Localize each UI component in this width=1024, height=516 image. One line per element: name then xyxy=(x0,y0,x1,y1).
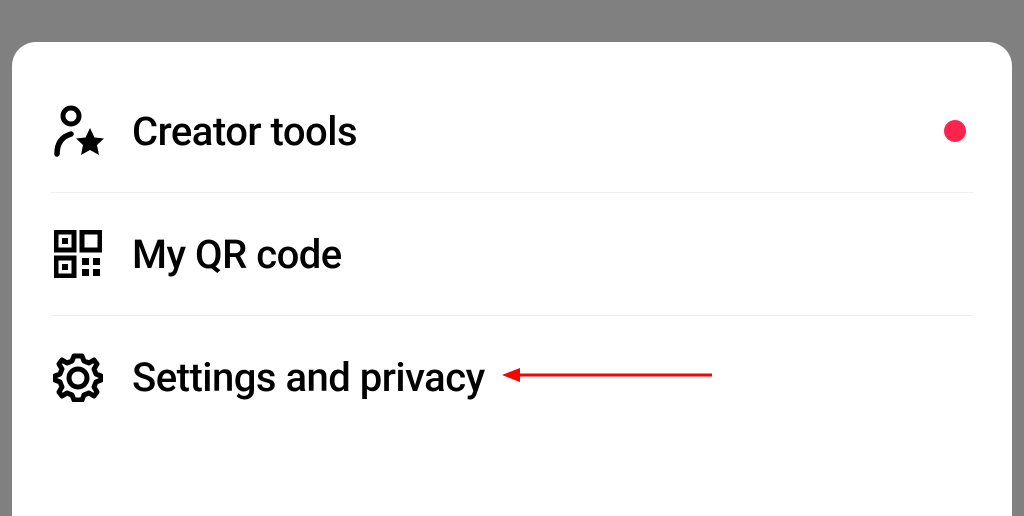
menu-item-label: Creator tools xyxy=(132,108,357,155)
annotation-arrow xyxy=(502,363,712,391)
menu-item-creator-tools[interactable]: Creator tools xyxy=(12,70,1012,192)
menu-item-label: Settings and privacy xyxy=(132,354,485,401)
menu-item-qr-code[interactable]: My QR code xyxy=(12,193,1012,315)
qr-code-icon xyxy=(50,226,106,282)
settings-icon xyxy=(50,349,106,405)
menu-item-label: My QR code xyxy=(132,231,342,278)
creator-tools-icon xyxy=(50,103,106,159)
menu-item-settings-privacy[interactable]: Settings and privacy xyxy=(12,316,1012,438)
notification-badge xyxy=(944,120,966,142)
bottom-sheet: Creator tools My QR code xyxy=(12,42,1012,516)
